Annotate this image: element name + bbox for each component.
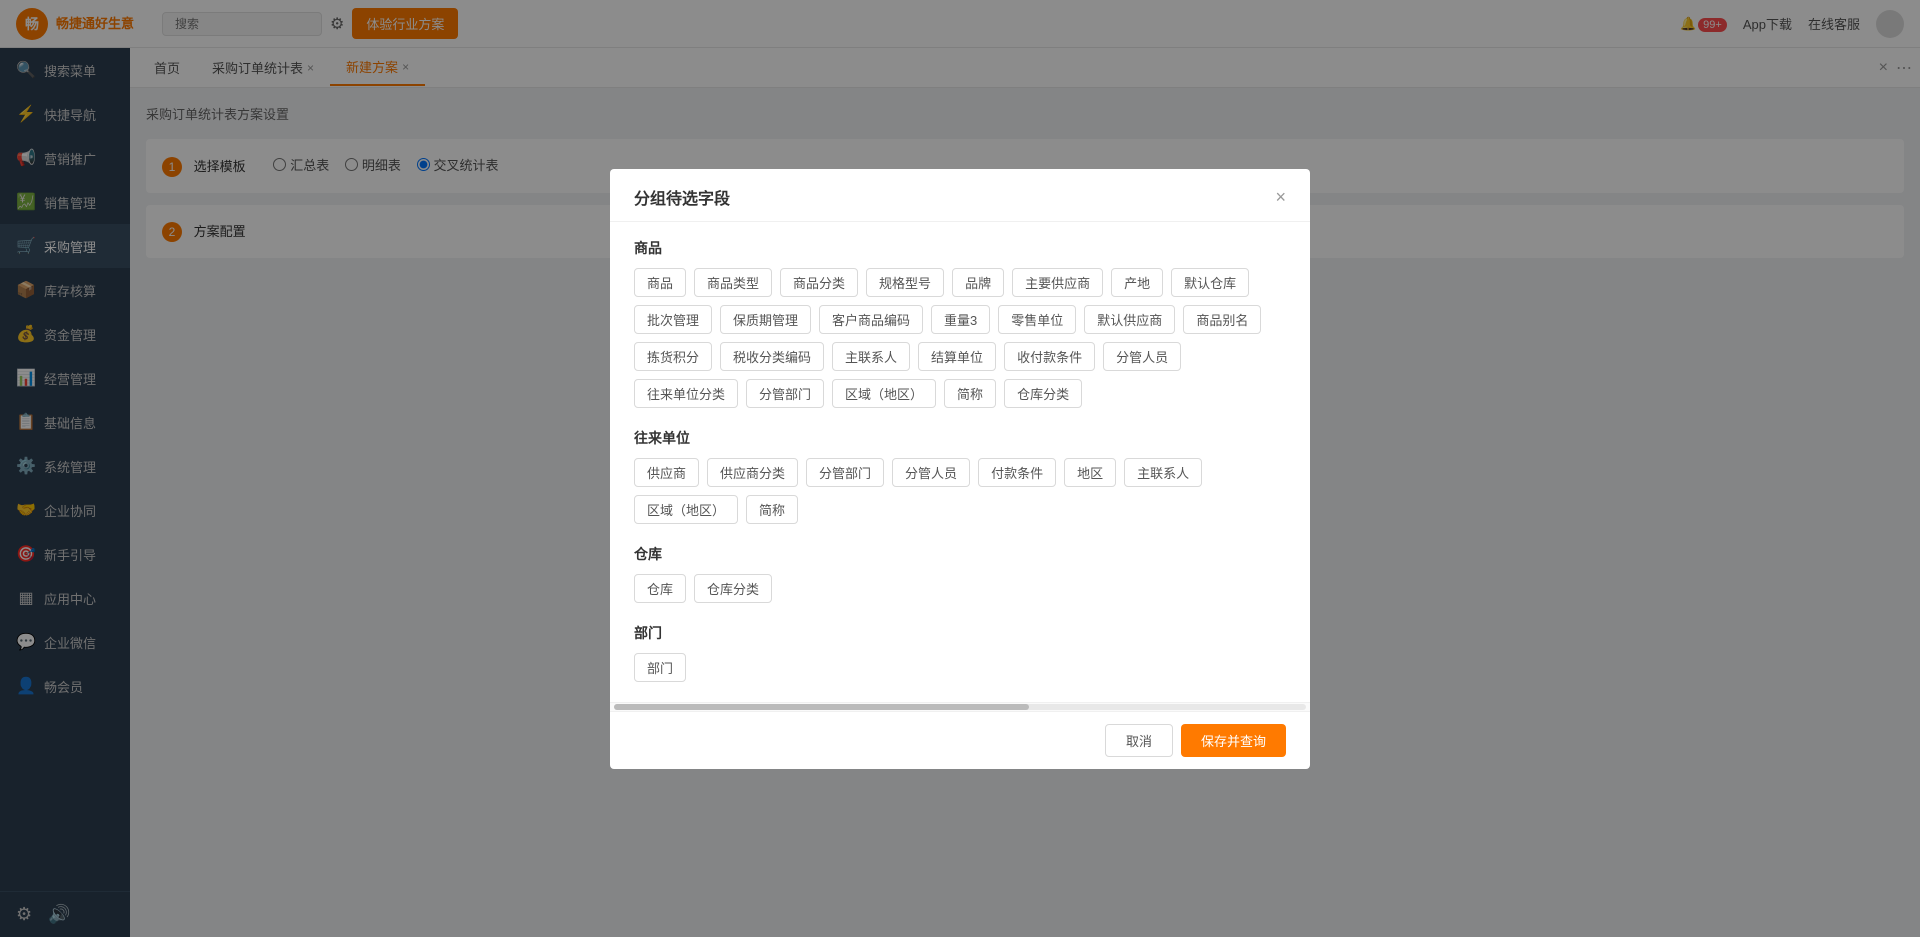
field-tag[interactable]: 简称 (746, 495, 798, 524)
dialog-header: 分组待选字段 × (610, 169, 1310, 222)
dialog-overlay: 分组待选字段 × 商品商品商品类型商品分类规格型号品牌主要供应商产地默认仓库批次… (0, 0, 1920, 937)
field-tag[interactable]: 商品 (634, 268, 686, 297)
field-tag[interactable]: 区域（地区） (832, 379, 936, 408)
field-tag[interactable]: 商品分类 (780, 268, 858, 297)
confirm-button[interactable]: 保存并查询 (1181, 724, 1286, 757)
field-tag[interactable]: 地区 (1064, 458, 1116, 487)
field-tag[interactable]: 客户商品编码 (819, 305, 923, 334)
field-tag[interactable]: 主联系人 (1124, 458, 1202, 487)
field-tag[interactable]: 品牌 (952, 268, 1004, 297)
field-tag[interactable]: 商品别名 (1183, 305, 1261, 334)
dialog-close-button[interactable]: × (1275, 188, 1286, 206)
section-title: 部门 (634, 623, 1286, 643)
cancel-button[interactable]: 取消 (1105, 724, 1173, 757)
field-tags: 部门 (634, 653, 1286, 682)
field-tag[interactable]: 分管人员 (1103, 342, 1181, 371)
field-tag[interactable]: 分管部门 (746, 379, 824, 408)
field-tag[interactable]: 供应商 (634, 458, 699, 487)
field-section-往来单位: 往来单位供应商供应商分类分管部门分管人员付款条件地区主联系人区域（地区） 简称 (634, 428, 1286, 524)
field-tag[interactable]: 往来单位分类 (634, 379, 738, 408)
field-tag[interactable]: 重量3 (931, 305, 990, 334)
section-title: 往来单位 (634, 428, 1286, 448)
field-tag[interactable]: 默认仓库 (1171, 268, 1249, 297)
field-tag[interactable]: 结算单位 (918, 342, 996, 371)
section-title: 商品 (634, 238, 1286, 258)
field-tag[interactable]: 零售单位 (998, 305, 1076, 334)
dialog-title: 分组待选字段 (634, 185, 730, 209)
field-tag[interactable]: 批次管理 (634, 305, 712, 334)
field-tag[interactable]: 区域（地区） (634, 495, 738, 524)
section-title: 仓库 (634, 544, 1286, 564)
field-tag[interactable]: 仓库分类 (694, 574, 772, 603)
field-tag[interactable]: 税收分类编码 (720, 342, 824, 371)
field-select-dialog: 分组待选字段 × 商品商品商品类型商品分类规格型号品牌主要供应商产地默认仓库批次… (610, 169, 1310, 769)
field-tag[interactable]: 仓库 (634, 574, 686, 603)
field-section-商品: 商品商品商品类型商品分类规格型号品牌主要供应商产地默认仓库批次管理保质期管理客户… (634, 238, 1286, 408)
field-tag[interactable]: 供应商分类 (707, 458, 798, 487)
field-tag[interactable]: 简称 (944, 379, 996, 408)
field-tags: 商品商品类型商品分类规格型号品牌主要供应商产地默认仓库批次管理保质期管理客户商品… (634, 268, 1286, 408)
dialog-body[interactable]: 商品商品商品类型商品分类规格型号品牌主要供应商产地默认仓库批次管理保质期管理客户… (610, 222, 1310, 702)
field-tag[interactable]: 分管部门 (806, 458, 884, 487)
field-tag[interactable]: 规格型号 (866, 268, 944, 297)
field-tag[interactable]: 产地 (1111, 268, 1163, 297)
field-tag[interactable]: 保质期管理 (720, 305, 811, 334)
field-tag[interactable]: 分管人员 (892, 458, 970, 487)
field-section-仓库: 仓库仓库仓库分类 (634, 544, 1286, 603)
field-tag[interactable]: 主要供应商 (1012, 268, 1103, 297)
field-tag[interactable]: 拣货积分 (634, 342, 712, 371)
dialog-hscroll[interactable] (610, 702, 1310, 711)
field-tag[interactable]: 部门 (634, 653, 686, 682)
field-tag[interactable]: 仓库分类 (1004, 379, 1082, 408)
field-section-部门: 部门部门 (634, 623, 1286, 682)
field-tag[interactable]: 收付款条件 (1004, 342, 1095, 371)
field-tag[interactable]: 商品类型 (694, 268, 772, 297)
field-tag[interactable]: 默认供应商 (1084, 305, 1175, 334)
field-tag[interactable]: 主联系人 (832, 342, 910, 371)
field-tags: 仓库仓库分类 (634, 574, 1286, 603)
field-tags: 供应商供应商分类分管部门分管人员付款条件地区主联系人区域（地区） 简称 (634, 458, 1286, 524)
field-tag[interactable]: 付款条件 (978, 458, 1056, 487)
dialog-footer: 取消 保存并查询 (610, 711, 1310, 769)
